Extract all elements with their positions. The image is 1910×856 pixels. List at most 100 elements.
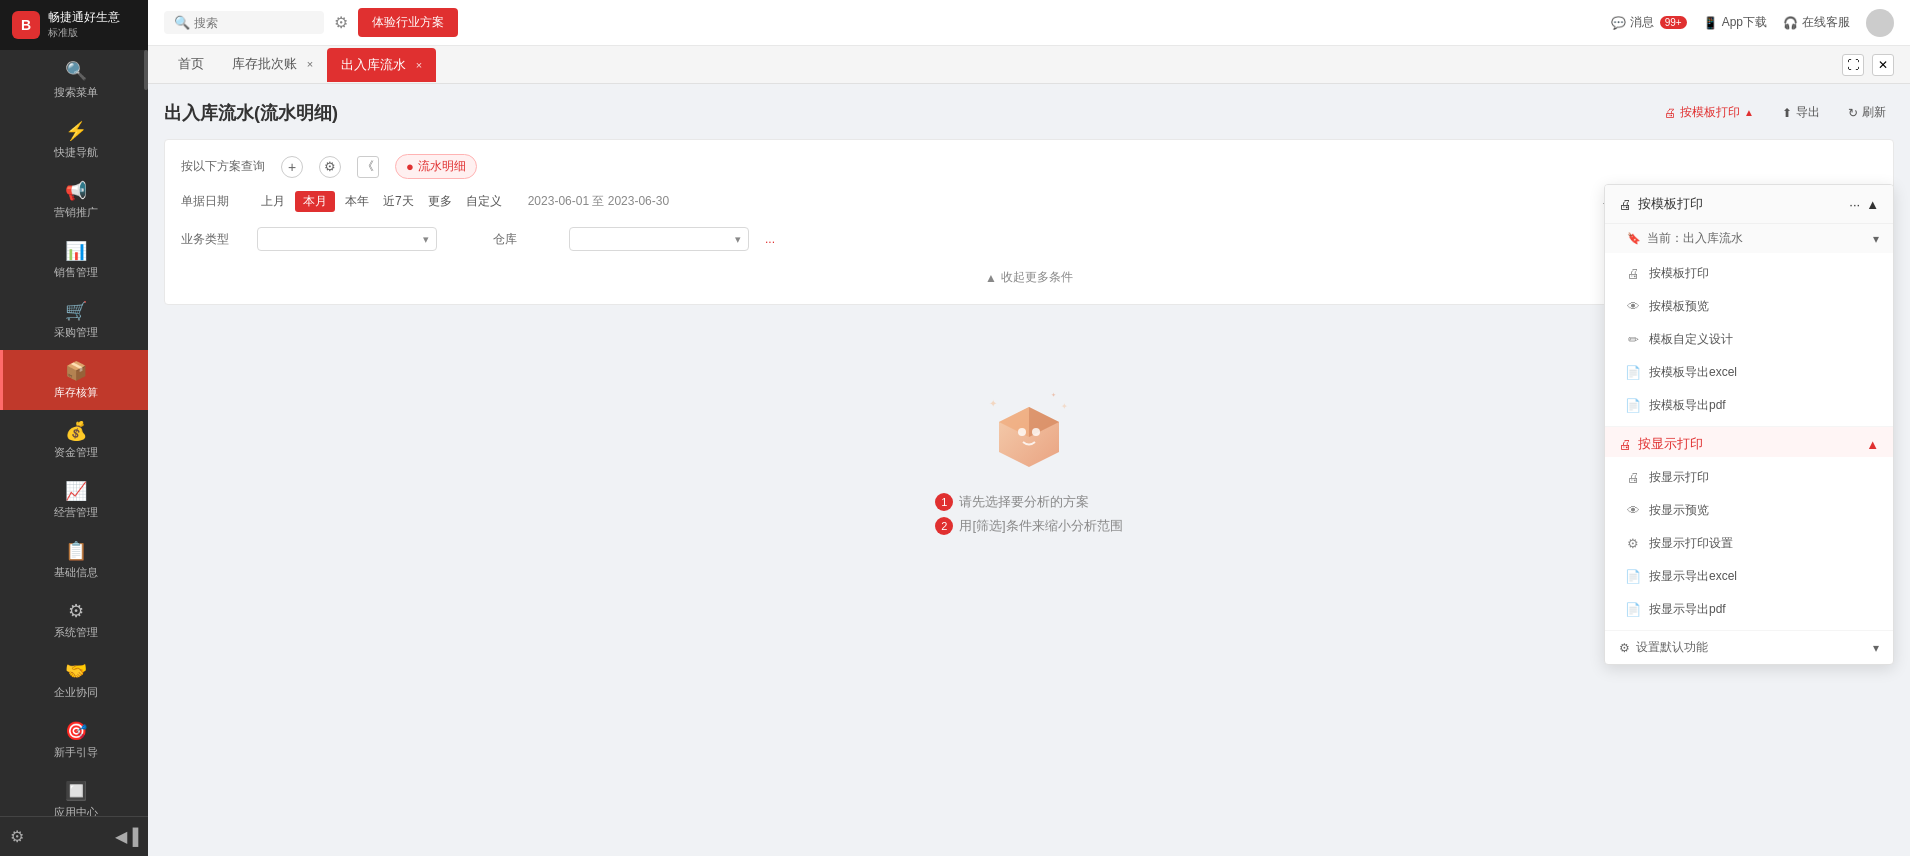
dropdown-printer-icon: 🖨	[1619, 197, 1632, 212]
business-type-select[interactable]	[257, 227, 437, 251]
tab-inventory-flow-close[interactable]: ×	[416, 59, 422, 71]
tab-batch-account-label: 库存批次账	[232, 56, 297, 71]
sidebar-icon-basic: 📋	[65, 540, 87, 562]
dropdown-more-icon[interactable]: ···	[1849, 197, 1860, 212]
message-icon: 💬	[1611, 16, 1626, 30]
message-icon-item[interactable]: 💬 消息 99+	[1611, 14, 1687, 31]
filter-tag-icon: ●	[406, 159, 414, 174]
preview-template-item-label: 按模板预览	[1649, 298, 1709, 315]
maximize-tab-button[interactable]: ⛶	[1842, 54, 1864, 76]
sidebar-label-purchase: 采购管理	[54, 325, 98, 340]
date-opt-more[interactable]: 更多	[424, 191, 456, 212]
online-service-label: 在线客服	[1802, 14, 1850, 31]
sidebar-icon-sales: 📊	[65, 240, 87, 262]
content-area: 出入库流水(流水明细) 🖨 按模板打印 ▲ ⬆ 导出 ↻ 刷新	[148, 84, 1910, 856]
sidebar-item-app-center[interactable]: 🔲 应用中心	[0, 770, 148, 816]
sidebar-item-purchase[interactable]: 🛒 采购管理	[0, 290, 148, 350]
tab-batch-account[interactable]: 库存批次账 ×	[218, 47, 327, 83]
dropdown-footer[interactable]: ⚙ 设置默认功能 ▾	[1605, 631, 1893, 664]
print-template-icon: 🖨	[1625, 266, 1641, 281]
sidebar-item-quick-nav[interactable]: ⚡ 快捷导航	[0, 110, 148, 170]
dropdown-template-section: 🖨 按模板打印 👁 按模板预览 ✏ 模板自定义设计 📄 按模板导出excel 📄	[1605, 253, 1893, 427]
main-area: 🔍 ⚙ 体验行业方案 💬 消息 99+ 📱 App下载 🎧 在线客服	[148, 0, 1910, 856]
dropdown-display-section: 🖨 按显示打印 👁 按显示预览 ⚙ 按显示打印设置 📄 按显示导出excel 📄	[1605, 457, 1893, 631]
sidebar-icon-finance: 💰	[65, 420, 87, 442]
date-opt-last-7-days[interactable]: 近7天	[379, 191, 418, 212]
headset-icon: 🎧	[1783, 16, 1798, 30]
date-options: 上月 本月 本年 近7天 更多 自定义	[257, 191, 506, 212]
sidebar-item-collab[interactable]: 🤝 企业协同	[0, 650, 148, 710]
warehouse-more-button[interactable]: ...	[765, 232, 775, 246]
app-download-label: App下载	[1722, 14, 1767, 31]
dropdown-item-display-print-settings[interactable]: ⚙ 按显示打印设置	[1605, 527, 1893, 560]
svg-text:✦: ✦	[1061, 402, 1068, 411]
dropdown-item-export-pdf-template[interactable]: 📄 按模板导出pdf	[1605, 389, 1893, 422]
sidebar-item-operation[interactable]: 📈 经营管理	[0, 470, 148, 530]
dropdown-item-display-preview[interactable]: 👁 按显示预览	[1605, 494, 1893, 527]
topbar-search-wrap: 🔍	[164, 11, 324, 34]
refresh-button[interactable]: ↻ 刷新	[1840, 100, 1894, 125]
svg-text:✦: ✦	[989, 398, 997, 409]
sidebar-label-inventory: 库存核算	[54, 385, 98, 400]
sidebar-item-finance[interactable]: 💰 资金管理	[0, 410, 148, 470]
message-label: 消息	[1630, 14, 1654, 31]
printer-icon: 🖨	[1664, 106, 1676, 120]
hint-text-2: 用[筛选]条件来缩小分析范围	[959, 517, 1122, 535]
sidebar-item-search-menu[interactable]: 🔍 搜索菜单	[0, 50, 148, 110]
topbar-search-input[interactable]	[194, 16, 314, 30]
dropdown-header-icons: ··· ▲	[1849, 197, 1879, 212]
warehouse-select[interactable]	[569, 227, 749, 251]
display-print-settings-label: 按显示打印设置	[1649, 535, 1733, 552]
sidebar-item-inventory[interactable]: 📦 库存核算	[0, 350, 148, 410]
app-logo-icon: B	[12, 11, 40, 39]
topbar-gear-icon[interactable]: ⚙	[334, 13, 348, 32]
app-download-item[interactable]: 📱 App下载	[1703, 14, 1767, 31]
date-opt-custom[interactable]: 自定义	[462, 191, 506, 212]
export-button[interactable]: ⬆ 导出	[1774, 100, 1828, 125]
dropdown-item-export-excel-display[interactable]: 📄 按显示导出excel	[1605, 560, 1893, 593]
industry-solution-button[interactable]: 体验行业方案	[358, 8, 458, 37]
close-tab-button[interactable]: ✕	[1872, 54, 1894, 76]
tab-batch-account-close[interactable]: ×	[307, 58, 313, 70]
date-opt-this-year[interactable]: 本年	[341, 191, 373, 212]
dropdown-item-export-excel-template[interactable]: 📄 按模板导出excel	[1605, 356, 1893, 389]
dropdown-collapse-icon[interactable]: ▲	[1866, 197, 1879, 212]
dropdown-item-print-template[interactable]: 🖨 按模板打印	[1605, 257, 1893, 290]
dropdown-item-display-print[interactable]: 🖨 按显示打印	[1605, 461, 1893, 494]
warehouse-select-wrap	[569, 227, 749, 251]
dropdown-item-preview-template[interactable]: 👁 按模板预览	[1605, 290, 1893, 323]
online-service-item[interactable]: 🎧 在线客服	[1783, 14, 1850, 31]
sidebar-item-marketing[interactable]: 📢 营销推广	[0, 170, 148, 230]
display-print-section-label: 按显示打印	[1638, 435, 1703, 453]
sidebar-item-sales[interactable]: 📊 销售管理	[0, 230, 148, 290]
sidebar-item-basic[interactable]: 📋 基础信息	[0, 530, 148, 590]
sidebar-item-guide[interactable]: 🎯 新手引导	[0, 710, 148, 770]
filter-collapse-button[interactable]: 《	[357, 156, 379, 178]
filter-scheme-tag[interactable]: ● 流水明细	[395, 154, 477, 179]
date-opt-this-month[interactable]: 本月	[295, 191, 335, 212]
filter-settings-icon-button[interactable]: ⚙	[319, 156, 341, 178]
tab-inventory-flow[interactable]: 出入库流水 ×	[327, 48, 436, 82]
user-avatar[interactable]	[1866, 9, 1894, 37]
settings-icon[interactable]: ⚙	[10, 827, 24, 846]
collapse-sidebar-icon[interactable]: ◀▐	[115, 827, 138, 846]
tabs-bar: 首页 库存批次账 × 出入库流水 × ⛶ ✕	[148, 46, 1910, 84]
refresh-icon: ↻	[1848, 106, 1858, 120]
warehouse-label: 仓库	[493, 231, 553, 248]
page-header: 出入库流水(流水明细) 🖨 按模板打印 ▲ ⬆ 导出 ↻ 刷新	[164, 100, 1894, 125]
tab-home[interactable]: 首页	[164, 47, 218, 83]
date-opt-last-month[interactable]: 上月	[257, 191, 289, 212]
print-template-button[interactable]: 🖨 按模板打印 ▲	[1656, 100, 1762, 125]
dropdown-footer-label: 设置默认功能	[1636, 639, 1708, 656]
sidebar-item-system[interactable]: ⚙ 系统管理	[0, 590, 148, 650]
current-icon: 🔖	[1627, 232, 1641, 245]
svg-text:✦: ✦	[1051, 392, 1056, 398]
dropdown-item-export-pdf-display[interactable]: 📄 按显示导出pdf	[1605, 593, 1893, 626]
display-preview-icon: 👁	[1625, 503, 1641, 518]
filter-add-button[interactable]: +	[281, 156, 303, 178]
sidebar: B 畅捷通好生意 标准版 🔍 搜索菜单 ⚡ 快捷导航 📢 营销推广 📊 销售管理…	[0, 0, 148, 856]
collapse-label: 收起更多条件	[1001, 269, 1073, 286]
topbar: 🔍 ⚙ 体验行业方案 💬 消息 99+ 📱 App下载 🎧 在线客服	[148, 0, 1910, 46]
dropdown-item-custom-design[interactable]: ✏ 模板自定义设计	[1605, 323, 1893, 356]
dropdown-display-section-header[interactable]: 🖨 按显示打印 ▲	[1605, 427, 1893, 457]
